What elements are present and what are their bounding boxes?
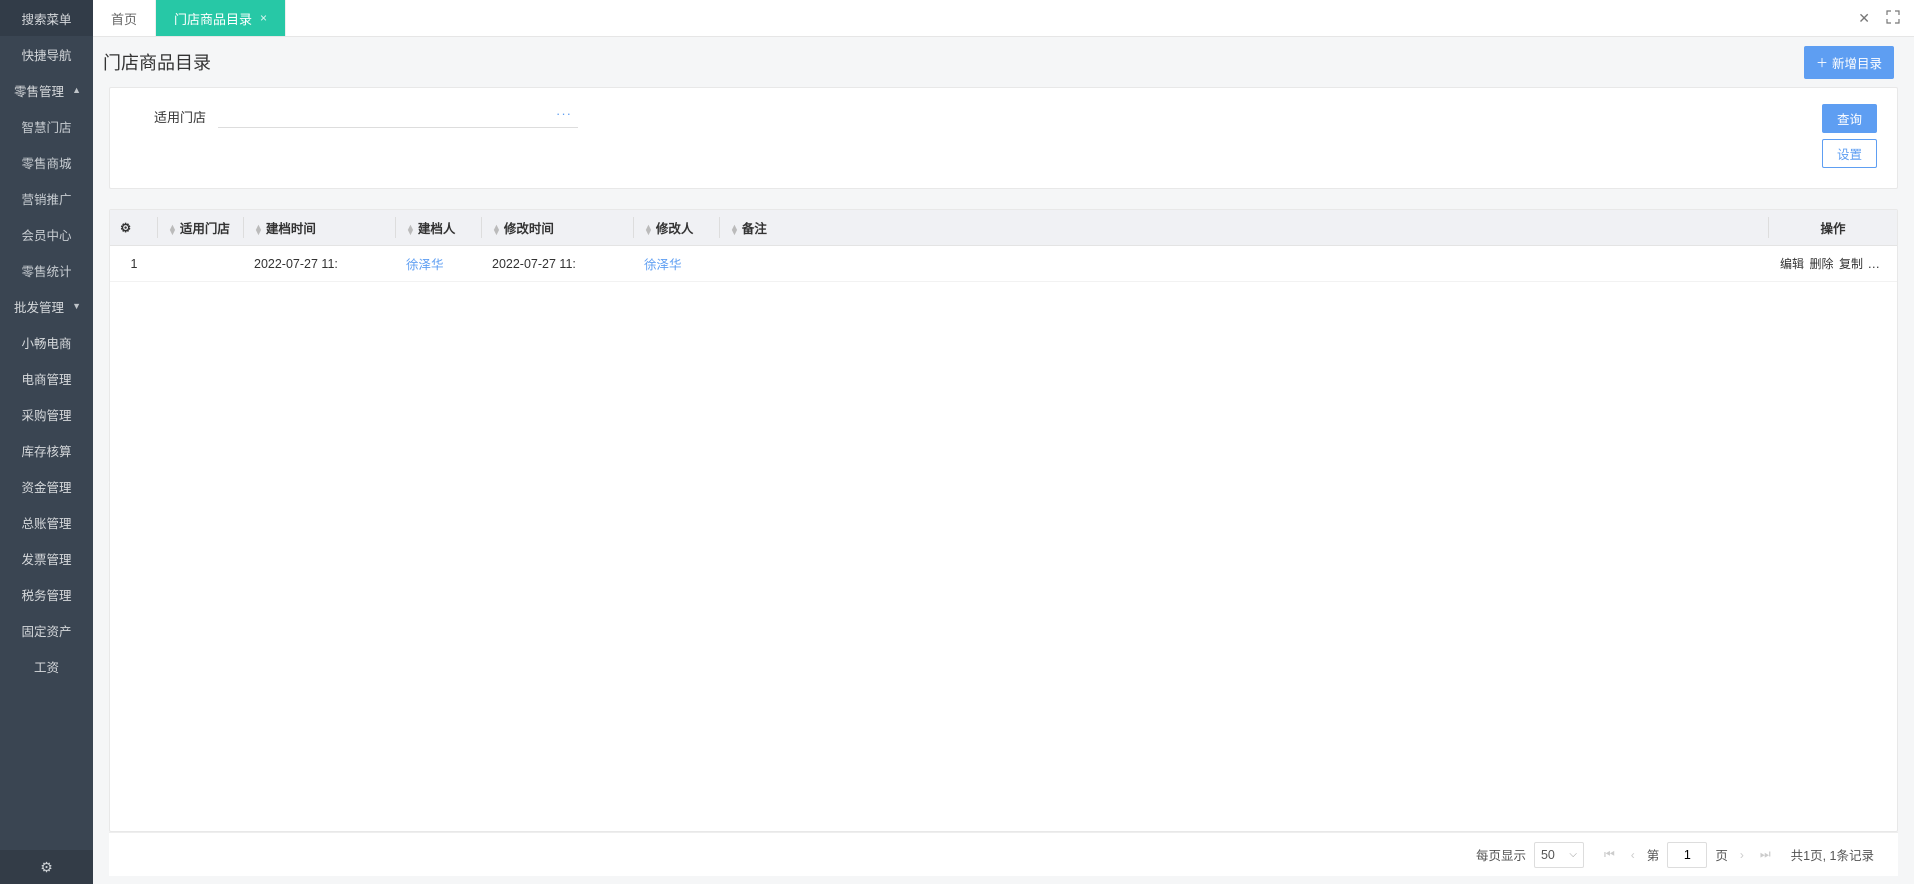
cell-actions: 编辑 删除 复制 查看 [1769, 246, 1897, 282]
cell-created-by: 徐泽华 [396, 246, 482, 282]
th-remark[interactable]: ▲▼备注 [720, 210, 1769, 246]
action-edit[interactable]: 编辑 [1780, 257, 1804, 271]
page-number-input[interactable] [1667, 842, 1707, 868]
pager-first[interactable]: ⏮ [1600, 845, 1619, 864]
sidebar-item-xchang-ecom[interactable]: 小畅电商 [0, 324, 93, 360]
fullscreen-icon[interactable] [1886, 10, 1900, 27]
pager: 每页显示 50 ⌵ ⏮ ‹ 第 页 › ⏭ 共1页, 1条记录 [109, 832, 1898, 876]
page-title: 门店商品目录 [103, 49, 211, 75]
sidebar-item-search-menu[interactable]: 搜索菜单 [0, 0, 93, 36]
page-size-select[interactable]: 50 ⌵ [1534, 842, 1584, 868]
th-created-at[interactable]: ▲▼建档时间 [244, 210, 396, 246]
chevron-down-icon: ⌵ [1569, 849, 1577, 860]
data-table: ⚙ ▲▼适用门店 ▲▼建档时间 ▲▼建档人 ▲▼修改时间 ▲▼修改人 ▲▼备注 … [109, 209, 1898, 832]
sidebar-item-inventory[interactable]: 库存核算 [0, 432, 93, 468]
action-delete[interactable]: 删除 [1810, 257, 1834, 271]
sidebar-item-invoice-mgmt[interactable]: 发票管理 [0, 540, 93, 576]
page-prefix: 第 [1647, 845, 1660, 864]
filter-store-label: 适用门店 [154, 107, 206, 126]
action-view[interactable]: 查看 [1869, 257, 1893, 271]
close-all-tabs-icon[interactable]: ✕ [1858, 10, 1870, 27]
tab-home[interactable]: 首页 [93, 0, 156, 36]
sidebar-item-retail-stats[interactable]: 零售统计 [0, 252, 93, 288]
settings-button[interactable]: 设置 [1822, 139, 1877, 168]
tabs-bar: 首页 门店商品目录 × ✕ [93, 0, 1914, 37]
sidebar-item-salary[interactable]: 工资 [0, 648, 93, 684]
modifier-link[interactable]: 徐泽华 [644, 258, 682, 272]
plus-icon: ＋ [1816, 54, 1828, 71]
sidebar: 搜索菜单 快捷导航 零售管理▲ 智慧门店 零售商城 营销推广 会员中心 零售统计… [0, 0, 93, 884]
cell-remark [720, 246, 1769, 282]
table-header-row: ⚙ ▲▼适用门店 ▲▼建档时间 ▲▼建档人 ▲▼修改时间 ▲▼修改人 ▲▼备注 … [110, 210, 1897, 246]
th-modified-at[interactable]: ▲▼修改时间 [482, 210, 634, 246]
th-settings[interactable]: ⚙ [110, 210, 158, 246]
th-created-by[interactable]: ▲▼建档人 [396, 210, 482, 246]
cell-created-at: 2022-07-27 11: [244, 246, 396, 282]
sidebar-item-marketing[interactable]: 营销推广 [0, 180, 93, 216]
filter-panel: 适用门店 ··· 查询 设置 [109, 87, 1898, 189]
main-panel: 首页 门店商品目录 × ✕ 门店商品目录 ＋ 新增目录 适用门店 [93, 0, 1914, 884]
sort-icon: ▲▼ [644, 225, 653, 235]
sidebar-item-purchase-mgmt[interactable]: 采购管理 [0, 396, 93, 432]
sidebar-item-wholesale-mgmt[interactable]: 批发管理▼ [0, 288, 93, 324]
cell-modified-at: 2022-07-27 11: [482, 246, 634, 282]
page-suffix: 页 [1715, 845, 1728, 864]
sidebar-item-tax-mgmt[interactable]: 税务管理 [0, 576, 93, 612]
cell-modified-by: 徐泽华 [634, 246, 720, 282]
sidebar-item-member-center[interactable]: 会员中心 [0, 216, 93, 252]
sort-icon: ▲▼ [168, 225, 177, 235]
sidebar-item-fixed-assets[interactable]: 固定资产 [0, 612, 93, 648]
sidebar-settings[interactable]: ⚙ [0, 850, 93, 884]
sidebar-item-retail-mall[interactable]: 零售商城 [0, 144, 93, 180]
action-copy[interactable]: 复制 [1839, 257, 1863, 271]
sidebar-item-retail-mgmt[interactable]: 零售管理▲ [0, 72, 93, 108]
pager-prev[interactable]: ‹ [1627, 846, 1639, 864]
th-actions: 操作 [1769, 210, 1897, 246]
add-catalog-button[interactable]: ＋ 新增目录 [1804, 46, 1894, 79]
sidebar-item-fund-mgmt[interactable]: 资金管理 [0, 468, 93, 504]
pager-last[interactable]: ⏭ [1756, 845, 1775, 864]
tab-close-icon[interactable]: × [260, 11, 267, 25]
sidebar-item-smart-store[interactable]: 智慧门店 [0, 108, 93, 144]
per-page-label: 每页显示 [1476, 845, 1526, 864]
sort-icon: ▲▼ [730, 225, 739, 235]
table-row[interactable]: 1 2022-07-27 11: 徐泽华 2022-07-27 11: 徐泽华 … [110, 246, 1897, 282]
creator-link[interactable]: 徐泽华 [406, 258, 444, 272]
gear-icon: ⚙ [120, 221, 131, 235]
cell-store [158, 246, 244, 282]
th-modified-by[interactable]: ▲▼修改人 [634, 210, 720, 246]
pager-next[interactable]: › [1736, 846, 1748, 864]
sidebar-item-quick-nav[interactable]: 快捷导航 [0, 36, 93, 72]
filter-store-input[interactable] [218, 104, 578, 128]
tab-store-catalog[interactable]: 门店商品目录 × [156, 0, 286, 36]
sort-icon: ▲▼ [406, 225, 415, 235]
filter-lookup-icon[interactable]: ··· [556, 106, 572, 121]
sidebar-item-ecom-mgmt[interactable]: 电商管理 [0, 360, 93, 396]
sort-icon: ▲▼ [254, 225, 263, 235]
query-button[interactable]: 查询 [1822, 104, 1877, 133]
caret-down-icon: ▼ [72, 301, 81, 311]
pager-summary: 共1页, 1条记录 [1791, 845, 1874, 864]
sidebar-item-ledger-mgmt[interactable]: 总账管理 [0, 504, 93, 540]
sort-icon: ▲▼ [492, 225, 501, 235]
caret-up-icon: ▲ [72, 85, 81, 95]
page-header: 门店商品目录 ＋ 新增目录 [93, 37, 1914, 87]
cell-index: 1 [110, 246, 158, 282]
gear-icon: ⚙ [40, 859, 53, 876]
th-store[interactable]: ▲▼适用门店 [158, 210, 244, 246]
